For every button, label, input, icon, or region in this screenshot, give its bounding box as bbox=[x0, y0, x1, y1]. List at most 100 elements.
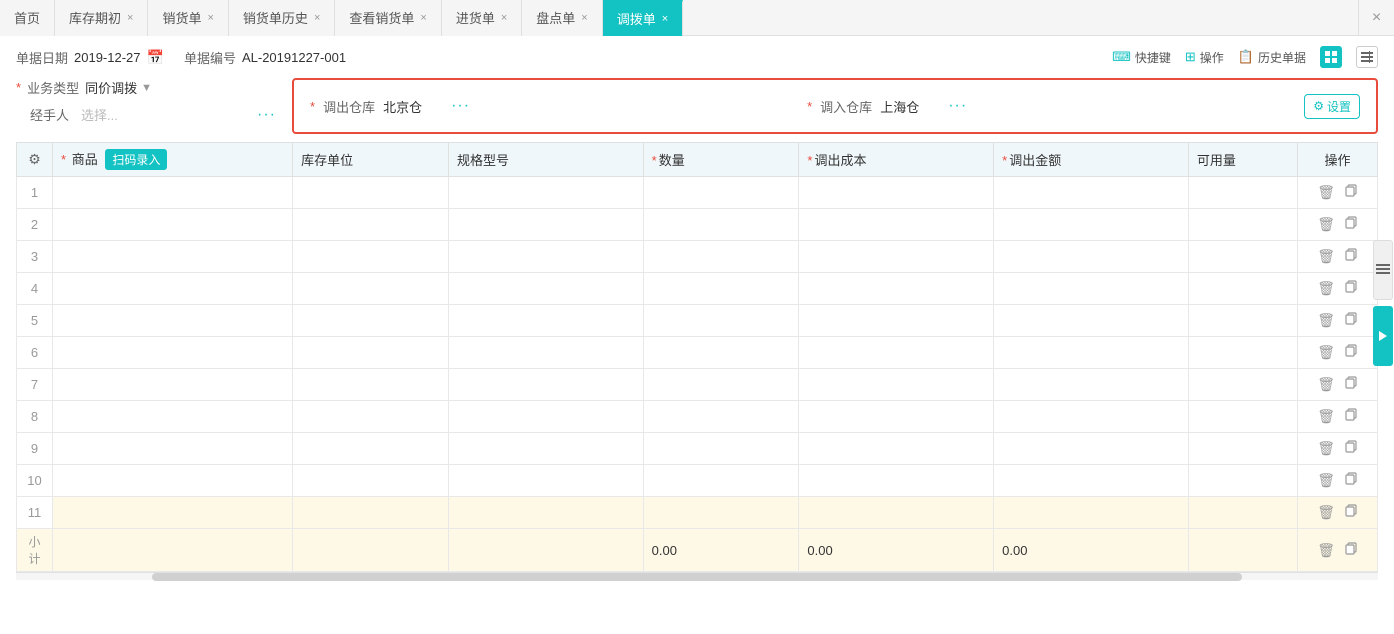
row-product[interactable] bbox=[53, 433, 293, 465]
handler-more-icon[interactable]: ··· bbox=[257, 106, 276, 124]
row-spec[interactable] bbox=[448, 241, 643, 273]
row-amount[interactable] bbox=[994, 401, 1189, 433]
row-product[interactable] bbox=[53, 401, 293, 433]
copy-row-icon[interactable] bbox=[1345, 408, 1358, 421]
row-unit[interactable] bbox=[293, 433, 449, 465]
copy-row-icon[interactable] bbox=[1345, 216, 1358, 229]
row-amount[interactable] bbox=[994, 497, 1189, 529]
copy-row-icon[interactable] bbox=[1345, 280, 1358, 293]
side-list-button[interactable] bbox=[1373, 240, 1393, 300]
delete-row-icon[interactable]: 🗑 bbox=[1317, 312, 1335, 329]
row-amount[interactable] bbox=[994, 305, 1189, 337]
row-cost[interactable] bbox=[799, 241, 994, 273]
row-spec[interactable] bbox=[448, 337, 643, 369]
doc-date-value[interactable]: 2019-12-27 bbox=[74, 50, 141, 65]
row-qty[interactable] bbox=[643, 401, 799, 433]
row-amount[interactable] bbox=[994, 241, 1189, 273]
row-qty[interactable] bbox=[643, 433, 799, 465]
row-product[interactable] bbox=[53, 369, 293, 401]
row-unit[interactable] bbox=[293, 401, 449, 433]
scan-entry-button[interactable]: 扫码录入 bbox=[105, 149, 167, 170]
row-product[interactable] bbox=[53, 273, 293, 305]
row-cost[interactable] bbox=[799, 305, 994, 337]
row-cost[interactable] bbox=[799, 465, 994, 497]
tab-inventory-check[interactable]: 盘点单 × bbox=[522, 0, 602, 36]
row-qty[interactable] bbox=[643, 337, 799, 369]
copy-row-icon[interactable] bbox=[1345, 504, 1358, 517]
row-amount[interactable] bbox=[994, 209, 1189, 241]
copy-row-icon[interactable] bbox=[1345, 184, 1358, 197]
row-spec[interactable] bbox=[448, 369, 643, 401]
row-available[interactable] bbox=[1188, 305, 1297, 337]
tab-close-inventory-init[interactable]: × bbox=[127, 12, 133, 24]
row-unit[interactable] bbox=[293, 369, 449, 401]
tab-inventory-init[interactable]: 库存期初 × bbox=[55, 0, 148, 36]
row-spec[interactable] bbox=[448, 209, 643, 241]
transfer-in-value[interactable]: 上海仓 bbox=[880, 97, 940, 116]
copy-row-icon[interactable] bbox=[1345, 472, 1358, 485]
tab-view-sales[interactable]: 查看销货单 × bbox=[335, 0, 441, 36]
delete-row-icon[interactable]: 🗑 bbox=[1317, 472, 1335, 489]
row-cost[interactable] bbox=[799, 497, 994, 529]
row-cost[interactable] bbox=[799, 273, 994, 305]
row-cost[interactable] bbox=[799, 337, 994, 369]
row-spec[interactable] bbox=[448, 305, 643, 337]
operations-button[interactable]: ⊞ 操作 bbox=[1185, 49, 1224, 66]
row-qty[interactable] bbox=[643, 273, 799, 305]
row-available[interactable] bbox=[1188, 337, 1297, 369]
transfer-out-more-icon[interactable]: ··· bbox=[451, 97, 470, 115]
history-button[interactable]: 📋 历史单据 bbox=[1238, 49, 1306, 66]
row-available[interactable] bbox=[1188, 497, 1297, 529]
row-spec[interactable] bbox=[448, 177, 643, 209]
delete-row-icon[interactable]: 🗑 bbox=[1317, 376, 1335, 393]
row-amount[interactable] bbox=[994, 337, 1189, 369]
row-available[interactable] bbox=[1188, 273, 1297, 305]
handler-input[interactable]: 选择... bbox=[81, 105, 118, 124]
delete-row-icon[interactable]: 🗑 bbox=[1317, 504, 1335, 521]
row-product[interactable] bbox=[53, 497, 293, 529]
row-cost[interactable] bbox=[799, 177, 994, 209]
business-type-dropdown-icon[interactable]: ▼ bbox=[141, 82, 152, 94]
row-spec[interactable] bbox=[448, 401, 643, 433]
copy-row-icon[interactable] bbox=[1345, 248, 1358, 261]
tab-close-transfer[interactable]: × bbox=[662, 13, 668, 25]
row-product[interactable] bbox=[53, 465, 293, 497]
row-cost[interactable] bbox=[799, 209, 994, 241]
row-cost[interactable] bbox=[799, 369, 994, 401]
delete-row-icon[interactable]: 🗑 bbox=[1317, 408, 1335, 425]
row-product[interactable] bbox=[53, 209, 293, 241]
row-product[interactable] bbox=[53, 305, 293, 337]
delete-row-icon[interactable]: 🗑 bbox=[1317, 344, 1335, 361]
row-product[interactable] bbox=[53, 177, 293, 209]
side-expand-button[interactable] bbox=[1373, 306, 1393, 366]
row-product[interactable] bbox=[53, 337, 293, 369]
row-amount[interactable] bbox=[994, 273, 1189, 305]
row-unit[interactable] bbox=[293, 177, 449, 209]
settings-button[interactable]: ⚙ 设置 bbox=[1304, 94, 1360, 119]
shortcut-button[interactable]: ⌨ 快捷键 bbox=[1112, 49, 1171, 66]
tab-close-sales-history[interactable]: × bbox=[314, 12, 320, 24]
row-unit[interactable] bbox=[293, 337, 449, 369]
row-spec[interactable] bbox=[448, 273, 643, 305]
tab-close-sales-order[interactable]: × bbox=[207, 12, 213, 24]
delete-row-icon[interactable]: 🗑 bbox=[1317, 184, 1335, 201]
tab-close-view-sales[interactable]: × bbox=[420, 12, 426, 24]
row-unit[interactable] bbox=[293, 305, 449, 337]
row-qty[interactable] bbox=[643, 465, 799, 497]
copy-row-icon[interactable] bbox=[1345, 344, 1358, 357]
subtotal-delete-icon[interactable]: 🗑 bbox=[1317, 542, 1335, 559]
row-qty[interactable] bbox=[643, 209, 799, 241]
grid-view-active-button[interactable] bbox=[1320, 46, 1342, 68]
tab-transfer[interactable]: 调拨单 × bbox=[603, 0, 683, 36]
tab-close-inventory-check[interactable]: × bbox=[581, 12, 587, 24]
calendar-icon[interactable]: 📅 bbox=[147, 49, 164, 66]
table-settings-icon[interactable]: ⚙ bbox=[28, 151, 41, 167]
transfer-in-more-icon[interactable]: ··· bbox=[948, 97, 967, 115]
row-qty[interactable] bbox=[643, 177, 799, 209]
doc-no-value[interactable]: AL-20191227-001 bbox=[242, 50, 346, 65]
row-qty[interactable] bbox=[643, 497, 799, 529]
copy-row-icon[interactable] bbox=[1345, 312, 1358, 325]
row-available[interactable] bbox=[1188, 433, 1297, 465]
row-amount[interactable] bbox=[994, 177, 1189, 209]
tab-sales-order[interactable]: 销货单 × bbox=[148, 0, 228, 36]
